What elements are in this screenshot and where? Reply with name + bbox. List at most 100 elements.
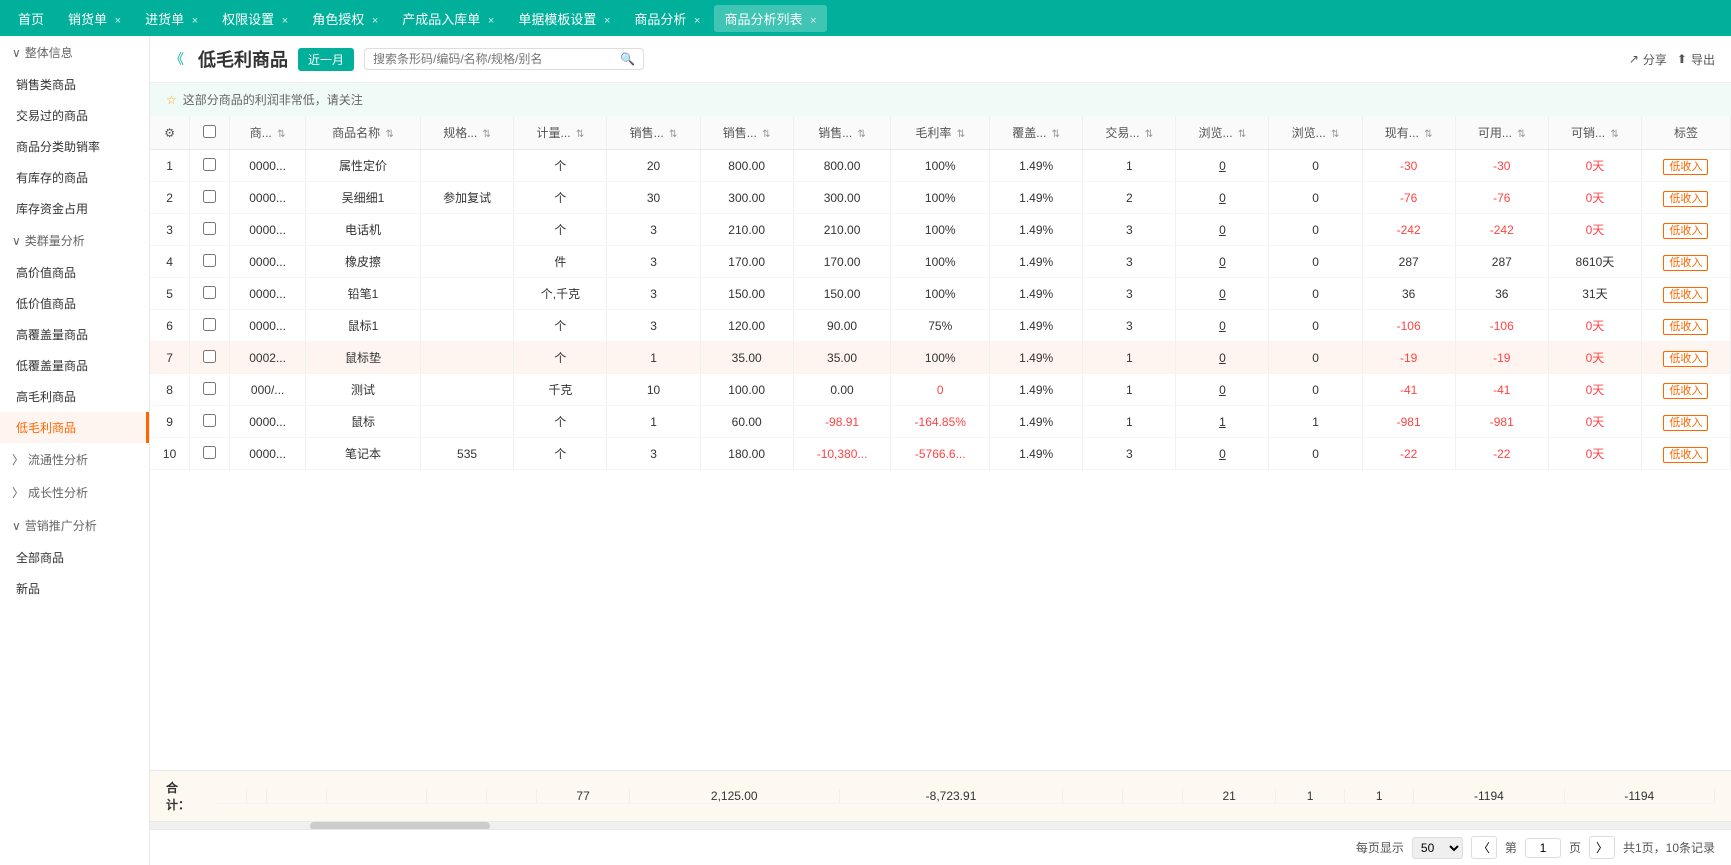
table-row[interactable]: 4 0000... 橡皮擦 件 3 170.00 170.00 100% 1.4… bbox=[150, 246, 1731, 278]
table-row[interactable]: 1 0000... 属性定价 个 20 800.00 800.00 100% 1… bbox=[150, 150, 1731, 182]
search-input[interactable] bbox=[373, 52, 620, 66]
cell-browse1[interactable]: 0 bbox=[1176, 374, 1269, 406]
col-browse2[interactable]: 浏览... ⇅ bbox=[1269, 116, 1362, 150]
close-icon[interactable]: × bbox=[604, 15, 610, 27]
cell-browse1[interactable]: 0 bbox=[1176, 214, 1269, 246]
table-row[interactable]: 10 0000... 笔记本 535 个 3 180.00 -10,380...… bbox=[150, 438, 1731, 470]
col-code[interactable]: 商... ⇅ bbox=[230, 116, 306, 150]
nav-products[interactable]: 产成品入库单 × bbox=[392, 5, 504, 32]
col-spec[interactable]: 规格... ⇅ bbox=[420, 116, 514, 150]
cell-browse1[interactable]: 0 bbox=[1176, 342, 1269, 374]
col-name[interactable]: 商品名称 ⇅ bbox=[306, 116, 421, 150]
cell-checkbox[interactable] bbox=[190, 214, 230, 246]
col-unit[interactable]: 计量... ⇅ bbox=[514, 116, 607, 150]
filter-recent-month[interactable]: 近一月 bbox=[298, 48, 354, 71]
cell-checkbox[interactable] bbox=[190, 438, 230, 470]
nav-sales[interactable]: 销货单 × bbox=[58, 5, 131, 32]
sidebar-group-cluster[interactable]: ∨ 类群量分析 bbox=[0, 224, 149, 257]
col-browse1[interactable]: 浏览... ⇅ bbox=[1176, 116, 1269, 150]
cell-browse1[interactable]: 0 bbox=[1176, 438, 1269, 470]
export-button[interactable]: ⬆ 导出 bbox=[1677, 51, 1715, 68]
sidebar-item-inventory-goods[interactable]: 有库存的商品 bbox=[0, 162, 149, 193]
sidebar-item-new-goods[interactable]: 新品 bbox=[0, 573, 149, 604]
page-size-select[interactable]: 50 100 200 bbox=[1412, 837, 1463, 859]
close-icon[interactable]: × bbox=[115, 15, 121, 27]
col-sale-amount[interactable]: 销售... ⇅ bbox=[700, 116, 793, 150]
row-checkbox[interactable] bbox=[203, 446, 216, 459]
nav-home[interactable]: 首页 bbox=[8, 5, 54, 32]
row-checkbox[interactable] bbox=[203, 286, 216, 299]
close-icon[interactable]: × bbox=[372, 15, 378, 27]
row-checkbox[interactable] bbox=[203, 158, 216, 171]
sidebar-item-capital[interactable]: 库存资金占用 bbox=[0, 193, 149, 224]
cell-checkbox[interactable] bbox=[190, 278, 230, 310]
cell-browse1[interactable]: 0 bbox=[1176, 182, 1269, 214]
sidebar-group-marketing[interactable]: ∨ 营销推广分析 bbox=[0, 509, 149, 542]
share-button[interactable]: ↗ 分享 bbox=[1629, 51, 1667, 68]
cell-checkbox[interactable] bbox=[190, 374, 230, 406]
sidebar-collapse-btn[interactable]: 《 bbox=[166, 49, 188, 69]
table-row[interactable]: 3 0000... 电话机 个 3 210.00 210.00 100% 1.4… bbox=[150, 214, 1731, 246]
page-input[interactable] bbox=[1525, 838, 1561, 858]
table-row[interactable]: 6 0000... 鼠标1 个 3 120.00 90.00 75% 1.49%… bbox=[150, 310, 1731, 342]
close-icon[interactable]: × bbox=[192, 15, 198, 27]
cell-checkbox[interactable] bbox=[190, 342, 230, 374]
table-row[interactable]: 5 0000... 铅笔1 个,千克 3 150.00 150.00 100% … bbox=[150, 278, 1731, 310]
row-checkbox[interactable] bbox=[203, 222, 216, 235]
col-sale-profit[interactable]: 销售... ⇅ bbox=[793, 116, 891, 150]
next-page-btn[interactable]: 〉 bbox=[1589, 836, 1615, 859]
search-box[interactable]: 🔍 bbox=[364, 48, 644, 70]
nav-permissions[interactable]: 权限设置 × bbox=[212, 5, 298, 32]
select-all-checkbox[interactable] bbox=[203, 125, 216, 138]
sidebar-item-sales-goods[interactable]: 销售类商品 bbox=[0, 69, 149, 100]
close-icon[interactable]: × bbox=[694, 15, 700, 27]
sidebar-group-growth[interactable]: 〉 成长性分析 bbox=[0, 476, 149, 509]
sidebar-item-low-value[interactable]: 低价值商品 bbox=[0, 288, 149, 319]
row-checkbox[interactable] bbox=[203, 254, 216, 267]
cell-checkbox[interactable] bbox=[190, 406, 230, 438]
sidebar-group-overall[interactable]: ∨ 整体信息 bbox=[0, 36, 149, 69]
horizontal-scrollbar[interactable] bbox=[150, 821, 1731, 829]
nav-analysis[interactable]: 商品分析 × bbox=[624, 5, 710, 32]
row-checkbox[interactable] bbox=[203, 318, 216, 331]
col-coverage[interactable]: 覆盖... ⇅ bbox=[990, 116, 1083, 150]
nav-template[interactable]: 单据模板设置 × bbox=[508, 5, 620, 32]
table-area[interactable]: ⚙ 商... ⇅ 商品名称 ⇅ 规格... ⇅ 计量... ⇅ 销售... ⇅ … bbox=[150, 116, 1731, 770]
nav-roles[interactable]: 角色授权 × bbox=[302, 5, 388, 32]
sidebar-item-high-margin[interactable]: 高毛利商品 bbox=[0, 381, 149, 412]
cell-browse1[interactable]: 0 bbox=[1176, 246, 1269, 278]
row-checkbox[interactable] bbox=[203, 414, 216, 427]
sidebar-item-high-value[interactable]: 高价值商品 bbox=[0, 257, 149, 288]
row-checkbox[interactable] bbox=[203, 350, 216, 363]
cell-checkbox[interactable] bbox=[190, 310, 230, 342]
col-gross-rate[interactable]: 毛利率 ⇅ bbox=[891, 116, 990, 150]
table-row[interactable]: 9 0000... 鼠标 个 1 60.00 -98.91 -164.85% 1… bbox=[150, 406, 1731, 438]
row-checkbox[interactable] bbox=[203, 190, 216, 203]
col-saleable[interactable]: 可销... ⇅ bbox=[1548, 116, 1641, 150]
cell-checkbox[interactable] bbox=[190, 246, 230, 278]
sidebar-item-low-coverage[interactable]: 低覆盖量商品 bbox=[0, 350, 149, 381]
sidebar-item-category-rate[interactable]: 商品分类助销率 bbox=[0, 131, 149, 162]
cell-browse1[interactable]: 0 bbox=[1176, 310, 1269, 342]
sidebar-item-high-coverage[interactable]: 高覆盖量商品 bbox=[0, 319, 149, 350]
sidebar-item-low-margin[interactable]: 低毛利商品 bbox=[0, 412, 149, 443]
col-settings[interactable]: ⚙ bbox=[150, 116, 190, 150]
row-checkbox[interactable] bbox=[203, 382, 216, 395]
sidebar-item-traded-goods[interactable]: 交易过的商品 bbox=[0, 100, 149, 131]
cell-browse1[interactable]: 0 bbox=[1176, 150, 1269, 182]
close-icon[interactable]: × bbox=[488, 15, 494, 27]
col-sale-count[interactable]: 销售... ⇅ bbox=[607, 116, 700, 150]
col-transaction[interactable]: 交易... ⇅ bbox=[1083, 116, 1176, 150]
nav-analysis-list[interactable]: 商品分析列表 × bbox=[714, 5, 826, 32]
col-current[interactable]: 现有... ⇅ bbox=[1362, 116, 1455, 150]
prev-page-btn[interactable]: 〈 bbox=[1471, 836, 1497, 859]
table-row[interactable]: 7 0002... 鼠标垫 个 1 35.00 35.00 100% 1.49%… bbox=[150, 342, 1731, 374]
col-checkbox[interactable] bbox=[190, 116, 230, 150]
table-row[interactable]: 2 0000... 吴细细1 参加复试 个 30 300.00 300.00 1… bbox=[150, 182, 1731, 214]
close-icon[interactable]: × bbox=[810, 15, 816, 27]
cell-checkbox[interactable] bbox=[190, 182, 230, 214]
sidebar-group-flow[interactable]: 〉 流通性分析 bbox=[0, 443, 149, 476]
cell-checkbox[interactable] bbox=[190, 150, 230, 182]
sidebar-item-all-goods[interactable]: 全部商品 bbox=[0, 542, 149, 573]
col-available[interactable]: 可用... ⇅ bbox=[1455, 116, 1548, 150]
